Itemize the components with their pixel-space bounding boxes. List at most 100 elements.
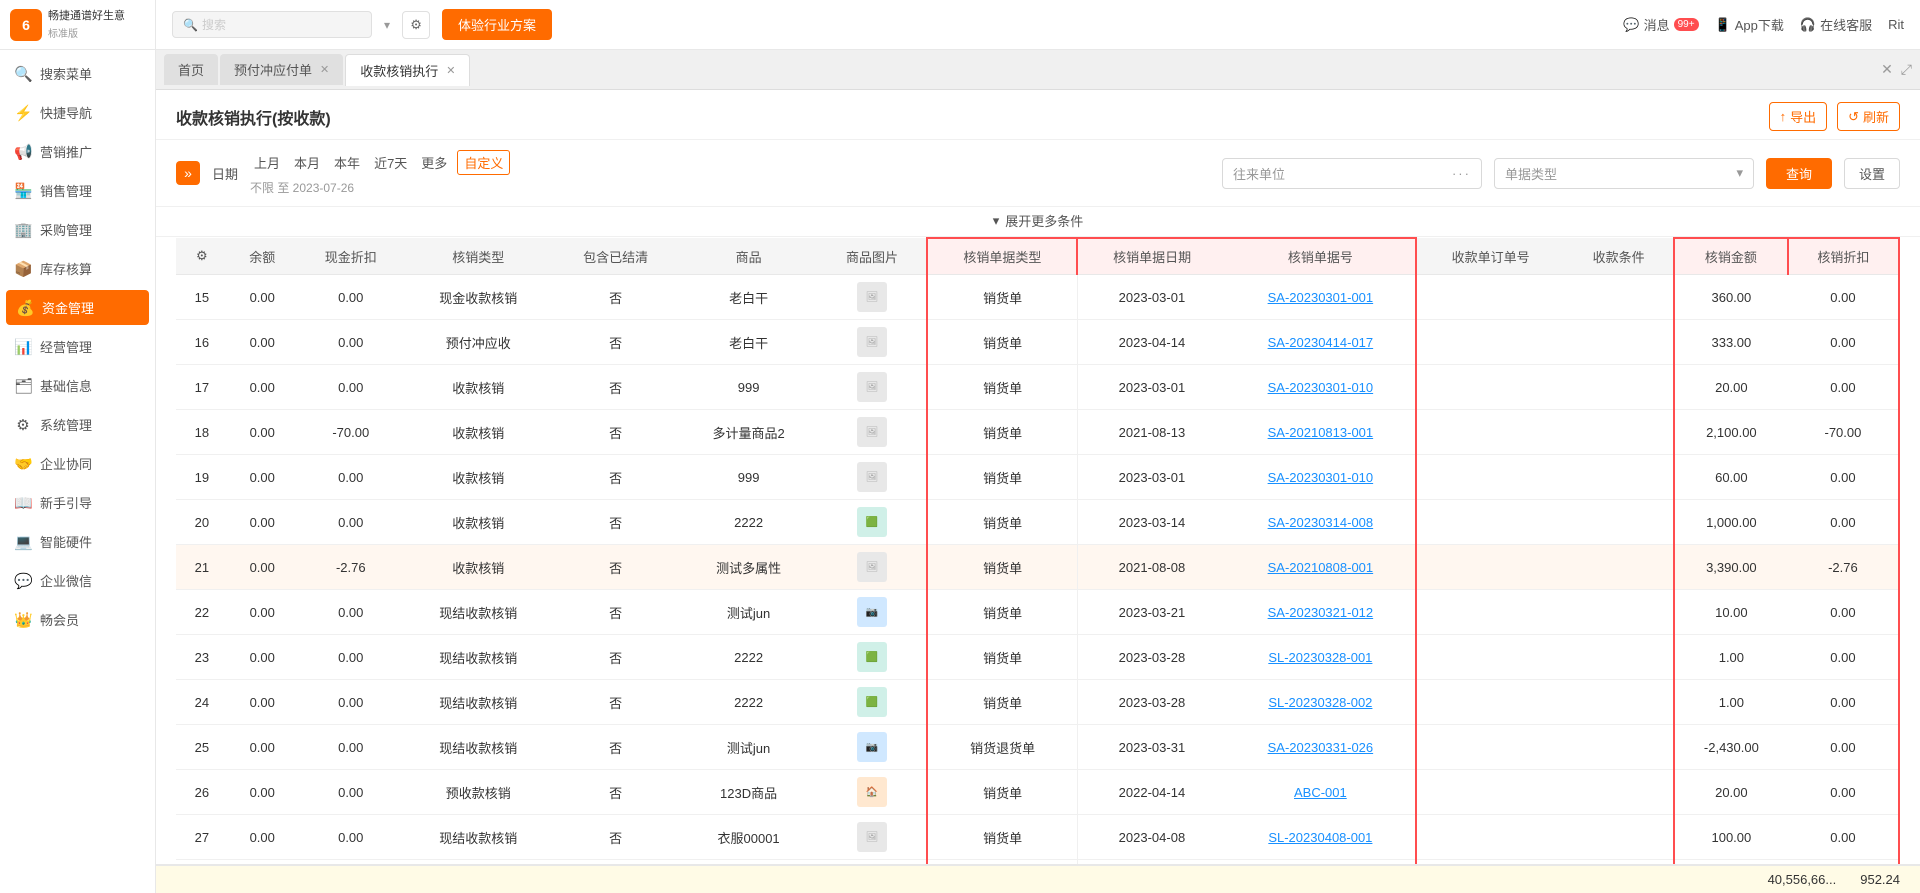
sidebar-item-finance[interactable]: 💰资金管理 (6, 290, 149, 325)
cell-bill-report-no[interactable]: SL-20230328-002 (1226, 680, 1416, 725)
hardware-icon: 💻 (14, 533, 32, 551)
date-this-month[interactable]: 本月 (290, 151, 324, 174)
tab-prepay-close[interactable]: ✕ (320, 63, 329, 76)
cell-receipt-order-no (1416, 545, 1565, 590)
tab-receipt-close[interactable]: ✕ (446, 64, 455, 77)
user-name[interactable]: Rit (1888, 17, 1904, 32)
tab-receipt[interactable]: 收款核销执行 ✕ (345, 54, 470, 86)
cell-bill-report-no[interactable]: SA-20230301-010 (1226, 455, 1416, 500)
topbar-search[interactable]: 🔍 搜索 (172, 11, 372, 38)
date-filter-label: 日期 (212, 164, 238, 183)
cell-bill-report-no[interactable]: SA-20230314-008 (1226, 500, 1416, 545)
cell-id: 21 (176, 545, 228, 590)
sidebar-item-hardware[interactable]: 💻 智能硬件 (0, 522, 155, 561)
tabs-controls: ✕ ⤢ (1881, 61, 1912, 78)
cell-write-off-amount: 20.00 (1674, 365, 1788, 410)
cell-receipt-order-no (1416, 770, 1565, 815)
partner-select[interactable]: 往来单位 ··· (1222, 158, 1482, 189)
sidebar-item-label: 企业微信 (40, 571, 92, 590)
online-service-btn[interactable]: 🎧 在线客服 (1800, 15, 1872, 34)
tab-prepay[interactable]: 预付冲应付单 ✕ (220, 54, 343, 85)
sidebar-item-marketing[interactable]: 📢营销推广 (0, 132, 155, 171)
filter-bar: » 日期 上月 本月 本年 近7天 更多 自定义 不限 至 2023-07-26… (156, 140, 1920, 207)
cell-write-off-discount: 0.00 (1788, 365, 1899, 410)
cell-write-off-discount: 0.00 (1788, 635, 1899, 680)
th-settings[interactable]: ⚙ (176, 238, 228, 275)
sidebar-item-purchase[interactable]: 🏢采购管理 (0, 210, 155, 249)
cell-cash-discount: 0.00 (297, 590, 405, 635)
sidebar-item-member[interactable]: 👑畅会员 (0, 600, 155, 639)
cell-bill-report-no[interactable]: SA-20230321-012 (1226, 590, 1416, 635)
topbar-settings-btn[interactable]: ⚙ (402, 11, 430, 39)
product-img: 📷 (857, 732, 887, 762)
cell-balance: 0.00 (228, 455, 297, 500)
topbar-dropdown-arrow[interactable]: ▾ (384, 18, 390, 32)
cell-goods: 测试多属性 (679, 545, 817, 590)
cell-write-off-type: 现结收款核销 (405, 635, 552, 680)
date-last-month[interactable]: 上月 (250, 151, 284, 174)
cell-bill-report-no[interactable]: ABC-001 (1226, 770, 1416, 815)
cell-write-off-amount: 333.00 (1674, 320, 1788, 365)
cell-cash-discount: 0.00 (297, 770, 405, 815)
filter-expand-btn[interactable]: » (176, 161, 200, 185)
date-range-display: 不限 至 2023-07-26 (250, 179, 510, 196)
tab-home[interactable]: 首页 (164, 54, 218, 85)
mobile-icon: 📱 (1715, 17, 1731, 33)
message-btn[interactable]: 💬 消息 99+ (1623, 15, 1698, 34)
sidebar-item-sales[interactable]: 🏪 销售管理 (0, 171, 155, 210)
sidebar-item-basic[interactable]: 🗂基础信息 (0, 366, 155, 405)
cell-bill-report-date: 2023-03-14 (1077, 500, 1226, 545)
settings-btn[interactable]: 设置 (1844, 158, 1900, 189)
cell-write-off-amount: 1,000.00 (1674, 500, 1788, 545)
sidebar-item-inventory[interactable]: 📦库存核算 (0, 249, 155, 288)
export-btn[interactable]: ↑ 导出 (1769, 102, 1828, 131)
sidebar-item-quick-nav[interactable]: ⚡快捷导航 (0, 93, 155, 132)
cell-write-off-amount: 2,100.00 (1674, 410, 1788, 455)
th-bill-report-type: 核销单据类型 (927, 238, 1077, 275)
sales-icon: 🏪 (14, 182, 32, 200)
expand-more-btn[interactable]: ▾ 展开更多条件 (176, 211, 1900, 230)
cell-bill-report-date: 2023-03-21 (1077, 590, 1226, 635)
cell-bill-report-date: 2023-03-01 (1077, 275, 1226, 320)
cell-bill-report-no[interactable]: SA-20230331-026 (1226, 725, 1416, 770)
refresh-btn[interactable]: ↺ 刷新 (1837, 102, 1900, 131)
sidebar-item-label: 智能硬件 (40, 532, 92, 551)
cell-bill-report-date: 2023-04-08 (1077, 815, 1226, 860)
tab-close-all-btn[interactable]: ✕ (1881, 61, 1893, 78)
cell-bill-report-no[interactable]: SL-20230408-001 (1226, 815, 1416, 860)
system-icon: ⚙ (14, 416, 32, 434)
sidebar-item-guide[interactable]: 📖新手引导 (0, 483, 155, 522)
bill-type-select[interactable]: 单据类型 ▾ (1494, 158, 1754, 189)
table-row: 25 0.00 0.00 现结收款核销 否 测试jun 📷 销货退货单 2023… (176, 725, 1899, 770)
cell-write-off-discount: 0.00 (1788, 275, 1899, 320)
gear-icon: ⚙ (410, 17, 422, 33)
cell-bill-report-no[interactable]: SA-20230301-001 (1226, 275, 1416, 320)
cell-bill-report-type: 销货单 (927, 320, 1077, 365)
date-this-year[interactable]: 本年 (330, 151, 364, 174)
date-custom[interactable]: 自定义 (457, 150, 510, 175)
sidebar-item-search[interactable]: 🔍搜索菜单 (0, 54, 155, 93)
purchase-icon: 🏢 (14, 221, 32, 239)
app-download-btn[interactable]: 📱 App下载 (1715, 15, 1784, 34)
industry-solution-btn[interactable]: 体验行业方案 (442, 9, 552, 40)
date-7days[interactable]: 近7天 (370, 151, 411, 174)
date-more[interactable]: 更多 (417, 151, 451, 174)
sidebar-item-enterprise[interactable]: 🤝企业协同 (0, 444, 155, 483)
cell-write-off-amount: 360.00 (1674, 275, 1788, 320)
sidebar-item-wechat[interactable]: 💬企业微信 (0, 561, 155, 600)
sidebar-item-label: 销售管理 (40, 181, 92, 200)
sidebar-item-system[interactable]: ⚙系统管理 (0, 405, 155, 444)
cell-balance: 0.00 (228, 365, 297, 410)
cell-receipt-order-no (1416, 320, 1565, 365)
cell-bill-report-no[interactable]: SL-20230328-001 (1226, 635, 1416, 680)
cell-receipt-order-no (1416, 410, 1565, 455)
cell-bill-report-no[interactable]: SA-20210813-001 (1226, 410, 1416, 455)
tab-maximize-btn[interactable]: ⤢ (1901, 61, 1912, 78)
cell-bill-report-no[interactable]: SA-20230301-010 (1226, 365, 1416, 410)
cell-goods-img: 🟩 (818, 680, 928, 725)
cell-cash-discount: 0.00 (297, 455, 405, 500)
query-btn[interactable]: 查询 (1766, 158, 1832, 189)
sidebar-item-business[interactable]: 📊经营管理 (0, 327, 155, 366)
cell-bill-report-no[interactable]: SA-20210808-001 (1226, 545, 1416, 590)
cell-bill-report-no[interactable]: SA-20230414-017 (1226, 320, 1416, 365)
